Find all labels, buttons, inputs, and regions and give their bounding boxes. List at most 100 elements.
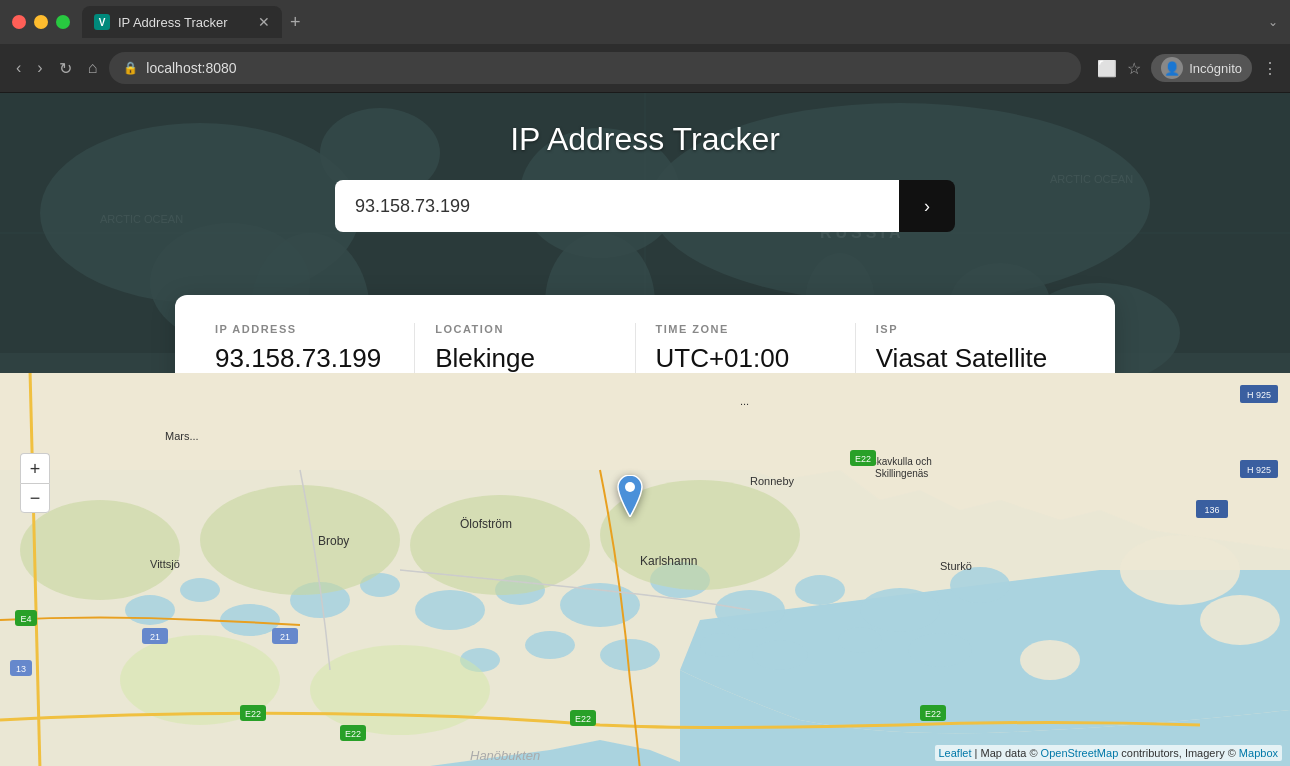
active-tab[interactable]: V IP Address Tracker ✕ [82,6,282,38]
svg-text:...: ... [740,395,749,407]
attribution-text: | Map data © [975,747,1041,759]
svg-text:H 925: H 925 [1247,390,1271,400]
svg-text:Skillingenäs: Skillingenäs [875,468,928,479]
incognito-label: Incógnito [1189,61,1242,76]
tab-expand-icon: ⌄ [1268,15,1278,29]
svg-point-28 [125,595,175,625]
incognito-badge[interactable]: 👤 Incógnito [1151,54,1252,82]
app-header: ARCTIC OCEAN ARCTIC OCEAN RUSSIA IP Addr… [0,93,1290,373]
timezone-label: TIME ZONE [656,323,835,335]
svg-text:E22: E22 [345,729,361,739]
svg-point-20 [415,590,485,630]
search-bar: › [335,180,955,232]
svg-point-34 [700,633,740,657]
arrow-right-icon: › [924,196,930,217]
address-text: localhost:8080 [146,60,236,76]
svg-point-32 [525,631,575,659]
info-card: IP ADDRESS 93.158.73.199 LOCATION Blekin… [175,295,1115,373]
close-button[interactable] [12,15,26,29]
svg-text:E4: E4 [20,614,31,624]
title-bar: V IP Address Tracker ✕ + ⌄ [0,0,1290,44]
location-item: LOCATION Blekinge County [415,323,635,373]
browser-chrome: V IP Address Tracker ✕ + ⌄ ‹ › ↻ ⌂ 🔒 loc… [0,0,1290,93]
incognito-avatar: 👤 [1161,57,1183,79]
new-tab-button[interactable]: + [282,8,309,37]
svg-text:Ölofström: Ölofström [460,517,512,531]
osm-link[interactable]: OpenStreetMap [1041,747,1119,759]
tab-title: IP Address Tracker [118,15,250,30]
svg-point-37 [908,633,972,667]
ip-address-label: IP ADDRESS [215,323,394,335]
svg-text:Vittsjö: Vittsjö [150,558,180,570]
leaflet-link[interactable]: Leaflet [939,747,972,759]
svg-text:H 925: H 925 [1247,465,1271,475]
address-field[interactable]: 🔒 localhost:8080 [109,52,1081,84]
zoom-in-button[interactable]: + [20,453,50,483]
svg-text:Hanöbukten: Hanöbukten [470,748,540,763]
menu-icon[interactable]: ⋮ [1262,59,1278,78]
svg-text:ARCTIC OCEAN: ARCTIC OCEAN [1050,173,1133,185]
location-value: Blekinge County [435,343,614,373]
svg-point-41 [20,500,180,600]
window-controls [12,15,70,29]
ip-address-item: IP ADDRESS 93.158.73.199 [215,323,415,373]
page-title: IP Address Tracker [510,121,780,158]
ip-address-value: 93.158.73.199 [215,343,394,373]
forward-button[interactable]: › [33,55,46,81]
svg-text:ARCTIC OCEAN: ARCTIC OCEAN [100,213,183,225]
bookmark-icon[interactable]: ☆ [1127,59,1141,78]
svg-point-25 [795,575,845,605]
svg-point-38 [1120,535,1240,605]
zoom-out-button[interactable]: − [20,483,50,513]
reload-button[interactable]: ↻ [55,55,76,82]
svg-point-27 [950,567,1010,603]
svg-text:Ronneby: Ronneby [750,475,795,487]
isp-value: Viasat Satellite Services AB [876,343,1055,373]
svg-text:Mars...: Mars... [165,430,199,442]
timezone-item: TIME ZONE UTC+01:00 [636,323,856,373]
ip-search-input[interactable] [335,180,899,232]
svg-text:E22: E22 [855,454,871,464]
svg-point-39 [1200,595,1280,645]
svg-text:Broby: Broby [318,534,349,548]
tab-bar: V IP Address Tracker ✕ + ⌄ [82,6,1278,38]
svg-point-46 [310,645,490,735]
address-bar: ‹ › ↻ ⌂ 🔒 localhost:8080 ⬜ ☆ 👤 Incógnito… [0,44,1290,92]
map-pin [614,475,646,521]
maximize-button[interactable] [56,15,70,29]
isp-label: ISP [876,323,1055,335]
lock-icon: 🔒 [123,61,138,75]
svg-text:E22: E22 [575,714,591,724]
tab-favicon: V [94,14,110,30]
minimize-button[interactable] [34,15,48,29]
svg-text:21: 21 [150,632,160,642]
svg-text:Karlshamn: Karlshamn [640,554,697,568]
app-container: ARCTIC OCEAN ARCTIC OCEAN RUSSIA IP Addr… [0,93,1290,766]
map-area[interactable]: E22 E22 E22 E22 E22 E4 E4 H 925 H 925 13… [0,373,1290,766]
map-zoom-controls: + − [20,453,50,513]
svg-text:13: 13 [16,664,26,674]
svg-point-30 [220,604,280,636]
search-button[interactable]: › [899,180,955,232]
svg-text:136: 136 [1204,505,1219,515]
svg-text:Sturkö: Sturkö [940,560,972,572]
timezone-value: UTC+01:00 [656,343,835,373]
tab-close-icon[interactable]: ✕ [258,15,270,29]
back-button[interactable]: ‹ [12,55,25,81]
mapbox-link[interactable]: Mapbox [1239,747,1278,759]
svg-point-90 [625,482,635,492]
svg-point-42 [200,485,400,595]
location-label: LOCATION [435,323,614,335]
svg-text:Skavkulla och: Skavkulla och [870,456,932,467]
cast-icon[interactable]: ⬜ [1097,59,1117,78]
svg-point-33 [600,639,660,671]
svg-text:E22: E22 [925,709,941,719]
svg-text:21: 21 [280,632,290,642]
toolbar-right: ⬜ ☆ 👤 Incógnito ⋮ [1097,54,1278,82]
svg-point-40 [1020,640,1080,680]
svg-point-35 [752,640,808,670]
svg-point-29 [180,578,220,602]
map-svg: E22 E22 E22 E22 E22 E4 E4 H 925 H 925 13… [0,373,1290,766]
svg-text:E22: E22 [245,709,261,719]
home-button[interactable]: ⌂ [84,55,102,81]
